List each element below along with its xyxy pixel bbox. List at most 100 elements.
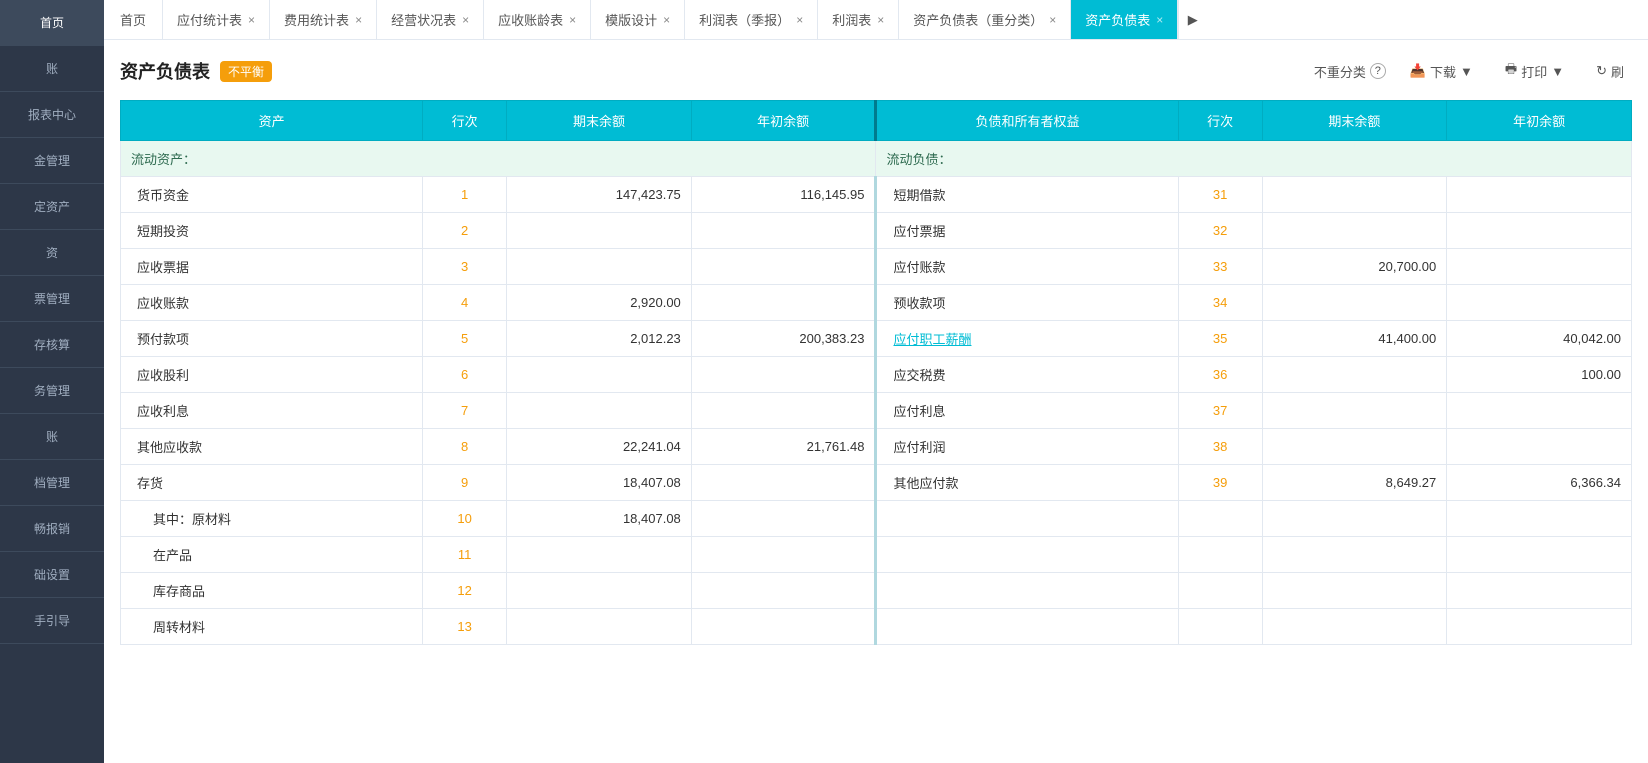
begin-balance: 100.00 (1447, 357, 1632, 393)
begin-balance (1447, 609, 1632, 645)
row-number: 5 (423, 321, 507, 357)
row-number (1178, 501, 1262, 537)
chevron-down-icon: ▼ (1460, 64, 1473, 79)
tab-home[interactable]: 首页 (104, 0, 163, 40)
sidebar-item-fixed-assets[interactable]: 定资产 (0, 184, 104, 230)
row-number: 38 (1178, 429, 1262, 465)
table-row: 短期投资 2 应付票据 32 (121, 213, 1632, 249)
row-number: 11 (423, 537, 507, 573)
page-title: 资产负债表 (120, 58, 210, 84)
col-header-end-balance-left: 期末余额 (507, 101, 692, 141)
sidebar-item-expense[interactable]: 畅报销 (0, 506, 104, 552)
asset-label: 应收利息 (121, 393, 423, 429)
row-number: 4 (423, 285, 507, 321)
begin-balance: 200,383.23 (691, 321, 876, 357)
tab-balance-sheet[interactable]: 资产负债表 × (1071, 0, 1178, 40)
asset-label: 存货 (121, 465, 423, 501)
col-header-end-balance-right: 期末余额 (1262, 101, 1447, 141)
liability-label: 应付职工薪酬 (876, 321, 1178, 357)
close-icon[interactable]: × (796, 13, 803, 27)
close-icon[interactable]: × (462, 13, 469, 27)
sidebar-item-home[interactable]: 首页 (0, 0, 104, 46)
tab-label: 利润表（季报） (699, 10, 790, 29)
liability-label (876, 609, 1178, 645)
sidebar-item-settings[interactable]: 础设置 (0, 552, 104, 598)
tab-scroll-right[interactable]: ▶ (1178, 0, 1206, 40)
sidebar-item-archive[interactable]: 档管理 (0, 460, 104, 506)
close-icon[interactable]: × (1156, 13, 1163, 27)
close-icon[interactable]: × (569, 13, 576, 27)
sidebar-item-guide[interactable]: 手引导 (0, 598, 104, 644)
liability-label: 应付账款 (876, 249, 1178, 285)
asset-label: 其他应收款 (121, 429, 423, 465)
row-number: 12 (423, 573, 507, 609)
sidebar-item-fund-management[interactable]: 金管理 (0, 138, 104, 184)
sidebar-item-ledger[interactable]: 账 (0, 414, 104, 460)
refresh-button[interactable]: ↻ 刷 (1588, 58, 1632, 85)
begin-balance (691, 285, 876, 321)
download-icon: 📥 (1410, 63, 1426, 79)
begin-balance: 6,366.34 (1447, 465, 1632, 501)
begin-balance (691, 573, 876, 609)
liability-label: 应付利润 (876, 429, 1178, 465)
liability-label: 短期借款 (876, 177, 1178, 213)
liability-label: 预收款项 (876, 285, 1178, 321)
col-header-asset: 资产 (121, 101, 423, 141)
end-balance (1262, 393, 1447, 429)
end-balance: 8,649.27 (1262, 465, 1447, 501)
row-number: 37 (1178, 393, 1262, 429)
sidebar-item-ticket-management[interactable]: 票管理 (0, 276, 104, 322)
row-number: 7 (423, 393, 507, 429)
liability-label (876, 537, 1178, 573)
tab-expense-stats[interactable]: 费用统计表 × (270, 0, 377, 40)
table-row: 货币资金 1 147,423.75 116,145.95 短期借款 31 (121, 177, 1632, 213)
tab-profit-quarterly[interactable]: 利润表（季报） × (685, 0, 818, 40)
tab-profit[interactable]: 利润表 × (818, 0, 899, 40)
close-icon[interactable]: × (1049, 13, 1056, 27)
sidebar-item-inventory-accounting[interactable]: 存核算 (0, 322, 104, 368)
end-balance (507, 537, 692, 573)
tab-label: 应付统计表 (177, 10, 242, 29)
table-row: 存货 9 18,407.08 其他应付款 39 8,649.27 6,366.3… (121, 465, 1632, 501)
sidebar: 首页 账 报表中心 金管理 定资产 资 票管理 存核算 务管理 账 档管理 畅报… (0, 0, 104, 763)
end-balance (1262, 429, 1447, 465)
tab-payable-stats[interactable]: 应付统计表 × (163, 0, 270, 40)
close-icon[interactable]: × (663, 13, 670, 27)
print-button[interactable]: 🖶 打印 ▼ (1497, 56, 1572, 86)
tab-label: 费用统计表 (284, 10, 349, 29)
liability-label (876, 573, 1178, 609)
tab-label: 资产负债表 (1085, 10, 1150, 29)
liability-label: 应付利息 (876, 393, 1178, 429)
section-label-current-liabilities: 流动负债： (876, 141, 1632, 177)
close-icon[interactable]: × (355, 13, 362, 27)
close-icon[interactable]: × (248, 13, 255, 27)
no-reclassify-label[interactable]: 不重分类 ? (1314, 62, 1386, 81)
tab-receivable-aging[interactable]: 应收账龄表 × (484, 0, 591, 40)
sidebar-item-tax-management[interactable]: 务管理 (0, 368, 104, 414)
row-number: 2 (423, 213, 507, 249)
begin-balance (1447, 285, 1632, 321)
sidebar-item-capital[interactable]: 资 (0, 230, 104, 276)
tab-template-design[interactable]: 模版设计 × (591, 0, 685, 40)
sidebar-item-account[interactable]: 账 (0, 46, 104, 92)
end-balance (507, 393, 692, 429)
begin-balance: 21,761.48 (691, 429, 876, 465)
end-balance (507, 213, 692, 249)
end-balance (1262, 177, 1447, 213)
end-balance (1262, 357, 1447, 393)
tab-operation-status[interactable]: 经营状况表 × (377, 0, 484, 40)
begin-balance (1447, 213, 1632, 249)
row-number: 10 (423, 501, 507, 537)
begin-balance (691, 213, 876, 249)
asset-label-indent: 在产品 (121, 537, 423, 573)
sidebar-item-report-center[interactable]: 报表中心 (0, 92, 104, 138)
end-balance: 41,400.00 (1262, 321, 1447, 357)
help-icon[interactable]: ? (1370, 63, 1386, 79)
liability-label (876, 501, 1178, 537)
table-row: 周转材料 13 (121, 609, 1632, 645)
close-icon[interactable]: × (877, 13, 884, 27)
download-button[interactable]: 📥 下载 ▼ (1402, 58, 1481, 85)
table-row: 应收账款 4 2,920.00 预收款项 34 (121, 285, 1632, 321)
begin-balance (691, 249, 876, 285)
tab-balance-sheet-reclassified[interactable]: 资产负债表（重分类） × (899, 0, 1071, 40)
